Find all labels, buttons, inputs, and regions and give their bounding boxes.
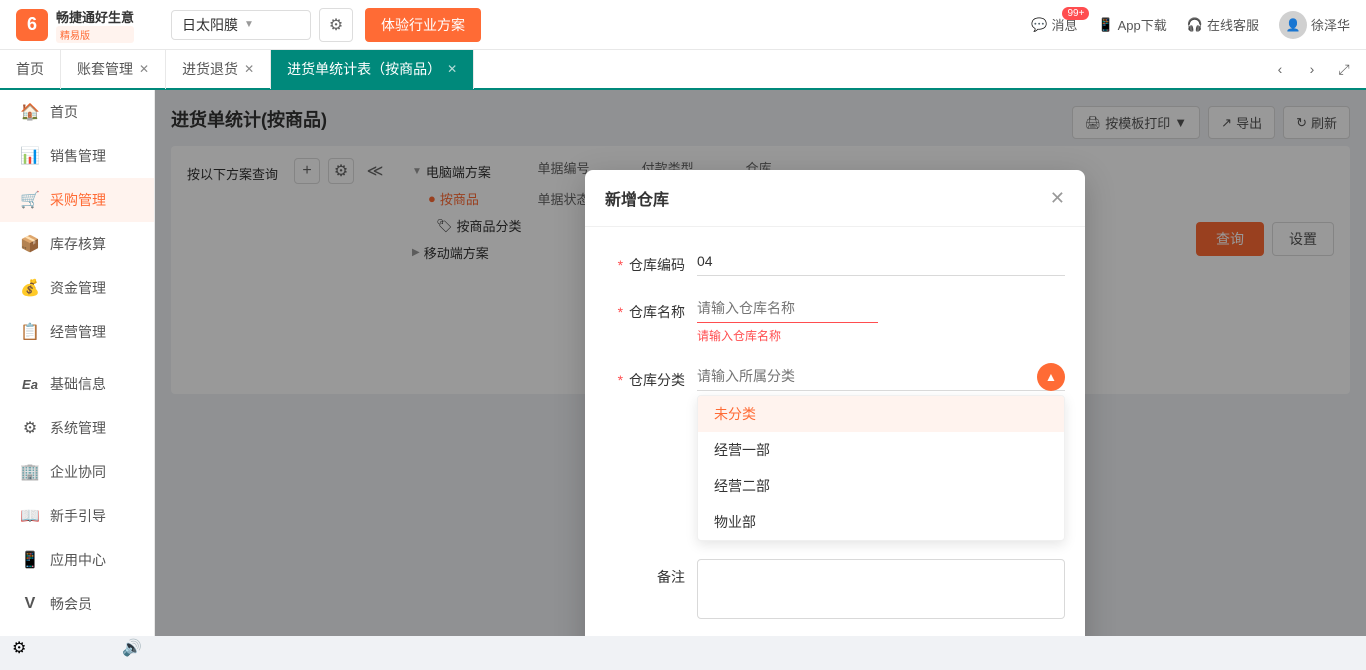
dialog-title: 新增仓库: [605, 186, 669, 210]
enterprise-icon: 🏢: [20, 462, 40, 482]
code-label: * 仓库编码: [605, 247, 685, 275]
sales-icon: 📊: [20, 146, 40, 166]
inventory-icon: 📦: [20, 234, 40, 254]
category-input-container: ▲: [697, 362, 1065, 391]
tab-purchase-return[interactable]: 进货退货 ✕: [166, 49, 271, 89]
settings-bottom-icon[interactable]: ⚙: [12, 638, 26, 658]
code-input[interactable]: [697, 247, 1065, 276]
required-star: *: [618, 257, 623, 273]
required-star: *: [618, 304, 623, 320]
online-service-button[interactable]: 🎧 在线客服: [1187, 15, 1259, 34]
user-menu[interactable]: 👤 徐泽华: [1279, 11, 1350, 39]
notification-badge: 99+: [1062, 7, 1089, 20]
add-warehouse-dialog: 新增仓库 ✕ * 仓库编码 * 仓库名称: [585, 170, 1085, 636]
headset-icon: 🎧: [1187, 17, 1203, 33]
sidebar-item-system[interactable]: ⚙ 系统管理: [0, 406, 154, 450]
operations-icon: 📋: [20, 322, 40, 342]
content-area: 进货单统计(按商品) 🖨 按模板打印 ▼ ↗ 导出 ↻ 刷新 按以下方案查询 +…: [155, 90, 1366, 636]
tab-account[interactable]: 账套管理 ✕: [61, 49, 166, 89]
tab-home[interactable]: 首页: [0, 49, 61, 89]
dialog-close-button[interactable]: ✕: [1050, 188, 1065, 209]
logo-text: 畅捷通好生意 精易版: [56, 7, 134, 43]
dropdown-item-dept3[interactable]: 物业部: [698, 504, 1064, 540]
finance-icon: 💰: [20, 278, 40, 298]
tab-actions: ‹ › ⤢: [1266, 55, 1366, 83]
sidebar-item-basic[interactable]: Ea 基础信息: [0, 362, 154, 406]
form-row-category: * 仓库分类 ▲ 未分类 经营一部 经营二部 物业部: [605, 362, 1065, 541]
app-download-button[interactable]: 📱 App下载: [1097, 15, 1166, 34]
category-input-wrap: ▲ 未分类 经营一部 经营二部 物业部: [697, 362, 1065, 541]
tab-purchase-stat[interactable]: 进货单统计表（按商品） ✕: [271, 49, 474, 89]
notification-button[interactable]: 💬 消息 99+: [1031, 15, 1077, 34]
category-dropdown: 未分类 经营一部 经营二部 物业部: [697, 395, 1065, 541]
basic-icon: Ea: [20, 377, 40, 392]
home-icon: 🏠: [20, 102, 40, 122]
tab-right-icon[interactable]: ›: [1298, 55, 1326, 83]
top-bar: 6 畅捷通好生意 精易版 日太阳膜 ▼ ⚙ 体验行业方案 💬 消息 99+ 📱 …: [0, 0, 1366, 50]
store-selector[interactable]: 日太阳膜 ▼: [171, 10, 311, 40]
avatar: 👤: [1279, 11, 1307, 39]
close-icon[interactable]: ✕: [244, 62, 254, 76]
logo-area: 6 畅捷通好生意 精易版: [16, 7, 171, 43]
category-arrow-button[interactable]: ▲: [1037, 363, 1065, 391]
remark-textarea[interactable]: [697, 559, 1065, 619]
top-right: 💬 消息 99+ 📱 App下载 🎧 在线客服 👤 徐泽华: [1031, 11, 1350, 39]
bell-icon: 💬: [1031, 17, 1047, 33]
name-label: * 仓库名称: [605, 294, 685, 322]
tab-bar: 首页 账套管理 ✕ 进货退货 ✕ 进货单统计表（按商品） ✕ ‹ › ⤢: [0, 50, 1366, 90]
sidebar-item-guide[interactable]: 📖 新手引导: [0, 494, 154, 538]
form-row-remark: 备注: [605, 559, 1065, 619]
sidebar-item-home[interactable]: 🏠 首页: [0, 90, 154, 134]
sidebar-item-finance[interactable]: 💰 资金管理: [0, 266, 154, 310]
tab-left-icon[interactable]: ‹: [1266, 55, 1294, 83]
dialog-body: * 仓库编码 * 仓库名称 请输入仓库名称: [585, 227, 1085, 636]
logo-icon: 6: [16, 9, 48, 41]
sidebar: 🏠 首页 📊 销售管理 🛒 采购管理 📦 库存核算 💰 资金管理 📋 经营管理 …: [0, 90, 155, 636]
main-layout: 🏠 首页 📊 销售管理 🛒 采购管理 📦 库存核算 💰 资金管理 📋 经营管理 …: [0, 90, 1366, 636]
phone-icon: 📱: [1097, 17, 1113, 33]
form-row-code: * 仓库编码: [605, 247, 1065, 276]
sidebar-item-purchase[interactable]: 🛒 采购管理: [0, 178, 154, 222]
required-star: *: [618, 372, 623, 388]
sidebar-item-sales[interactable]: 📊 销售管理: [0, 134, 154, 178]
guide-icon: 📖: [20, 506, 40, 526]
speaker-icon[interactable]: 🔊: [122, 638, 142, 658]
tab-expand-icon[interactable]: ⤢: [1330, 55, 1358, 83]
name-input-wrap: 请输入仓库名称: [697, 294, 1065, 344]
dropdown-item-dept2[interactable]: 经营二部: [698, 468, 1064, 504]
dropdown-item-uncategorized[interactable]: 未分类: [698, 396, 1064, 432]
system-icon: ⚙: [20, 418, 40, 438]
purchase-icon: 🛒: [20, 190, 40, 210]
sidebar-bottom: ⚙ 🔊: [0, 626, 154, 670]
category-input[interactable]: [697, 362, 1065, 391]
name-error-msg: 请输入仓库名称: [697, 327, 1065, 344]
sidebar-item-operations[interactable]: 📋 经营管理: [0, 310, 154, 354]
settings-icon[interactable]: ⚙: [319, 8, 353, 42]
category-label: * 仓库分类: [605, 362, 685, 390]
appcenter-icon: 📱: [20, 550, 40, 570]
chevron-down-icon: ▼: [244, 19, 254, 30]
dialog-header: 新增仓库 ✕: [585, 170, 1085, 227]
remark-label: 备注: [605, 559, 685, 587]
dropdown-item-dept1[interactable]: 经营一部: [698, 432, 1064, 468]
sidebar-item-enterprise[interactable]: 🏢 企业协同: [0, 450, 154, 494]
sidebar-item-inventory[interactable]: 📦 库存核算: [0, 222, 154, 266]
close-icon[interactable]: ✕: [139, 62, 149, 76]
name-input[interactable]: [697, 294, 878, 323]
trial-button[interactable]: 体验行业方案: [365, 8, 481, 42]
sidebar-item-appcenter[interactable]: 📱 应用中心: [0, 538, 154, 582]
form-row-name: * 仓库名称 请输入仓库名称: [605, 294, 1065, 344]
close-icon[interactable]: ✕: [447, 62, 457, 76]
vip-icon: V: [20, 595, 40, 613]
sidebar-item-vip[interactable]: V 畅会员: [0, 582, 154, 626]
